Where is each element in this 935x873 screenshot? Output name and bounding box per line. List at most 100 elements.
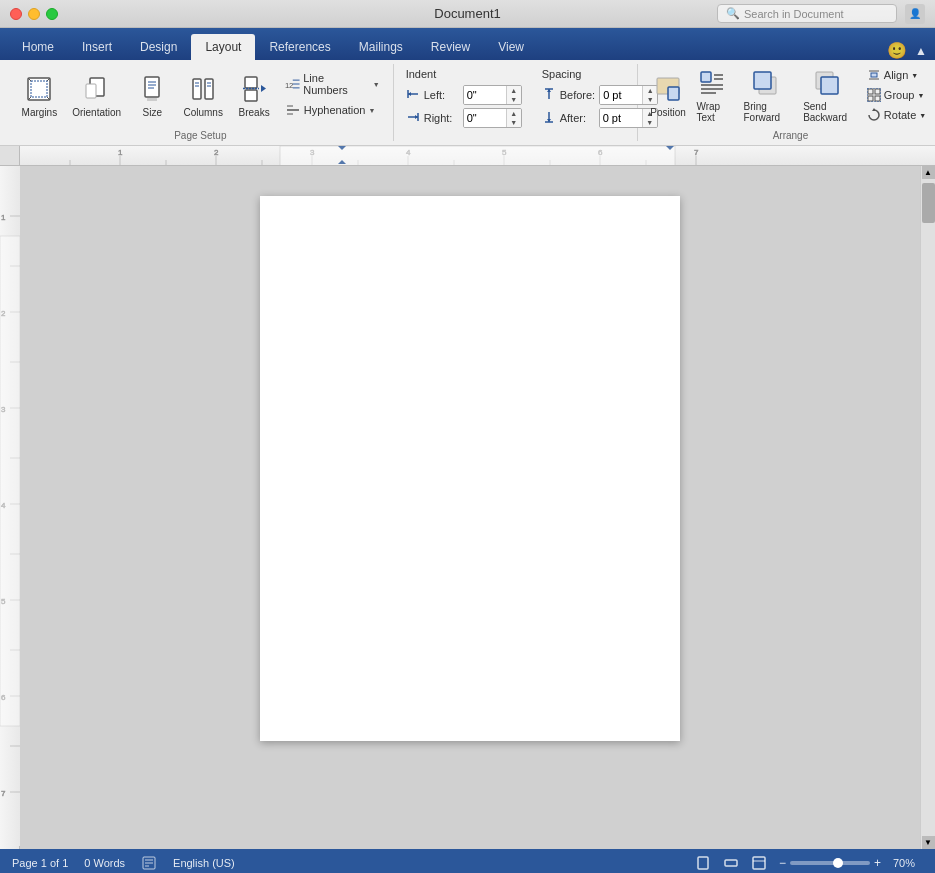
indent-left-up[interactable]: ▲: [507, 86, 521, 95]
word-count-icon[interactable]: [141, 855, 157, 871]
rotate-button[interactable]: Rotate ▼: [862, 106, 931, 124]
line-numbers-button[interactable]: 1 2 Line Numbers ▼: [280, 70, 385, 98]
ruler-horizontal: 1 2 3 4 5 6 7: [20, 146, 935, 166]
tab-insert[interactable]: Insert: [68, 34, 126, 60]
status-bar: Page 1 of 1 0 Words English (US): [0, 849, 935, 873]
margins-button[interactable]: Margins: [16, 70, 63, 121]
toolbar: Home Insert Design Layout References Mai…: [0, 28, 935, 60]
group-button[interactable]: Group ▼: [862, 86, 931, 104]
scroll-thumb[interactable]: [922, 183, 935, 223]
zoom-controls[interactable]: − +: [779, 856, 881, 870]
status-right: − + 70%: [695, 855, 923, 871]
vertical-scrollbar[interactable]: ▲ ▼: [920, 166, 935, 849]
position-button[interactable]: Position: [650, 70, 687, 121]
indent-right-up[interactable]: ▲: [507, 109, 521, 118]
svg-rect-19: [245, 77, 257, 88]
account-icon[interactable]: 👤: [905, 4, 925, 24]
close-button[interactable]: [10, 8, 22, 20]
doc-page: [260, 196, 680, 741]
tab-home[interactable]: Home: [8, 34, 68, 60]
line-numbers-arrow: ▼: [373, 81, 380, 88]
search-bar[interactable]: 🔍 Search in Document: [717, 4, 897, 23]
feedback-icon[interactable]: 🙂: [887, 41, 907, 60]
indent-spacing-group: Indent Left: ▲ ▼: [398, 64, 638, 141]
maximize-button[interactable]: [46, 8, 58, 20]
svg-rect-56: [871, 73, 877, 77]
zoom-out-icon[interactable]: −: [779, 856, 786, 870]
columns-button[interactable]: Columns: [178, 70, 229, 121]
wrap-text-label: Wrap Text: [696, 101, 727, 123]
align-label: Align: [884, 69, 908, 81]
tab-review[interactable]: Review: [417, 34, 484, 60]
svg-rect-61: [875, 96, 880, 101]
spacing-after-label: After:: [560, 112, 595, 124]
orientation-label: Orientation: [72, 107, 121, 118]
indent-left-spinbox[interactable]: ▲ ▼: [463, 85, 522, 105]
ribbon-collapse-icon[interactable]: ▲: [915, 44, 927, 58]
orientation-button[interactable]: Orientation: [67, 70, 127, 121]
wrap-text-button[interactable]: Wrap Text: [690, 64, 733, 126]
indent-right-input[interactable]: [464, 109, 506, 127]
bring-forward-button[interactable]: Bring Forward: [737, 64, 793, 126]
window-title: Document1: [434, 6, 500, 21]
scroll-up-button[interactable]: ▲: [922, 166, 935, 179]
tab-design[interactable]: Design: [126, 34, 191, 60]
indent-right-spinbox[interactable]: ▲ ▼: [463, 108, 522, 128]
spacing-before-label: Before:: [560, 89, 595, 101]
page-setup-content: Margins Orientation: [16, 64, 385, 126]
svg-rect-54: [821, 77, 838, 94]
web-layout-icon[interactable]: [751, 855, 767, 871]
line-numbers-hyphenation-group: 1 2 Line Numbers ▼ Hyphenatio: [280, 70, 385, 120]
svg-rect-117: [725, 860, 737, 866]
ruler-vertical: 1 2 3 4 5 6 7: [0, 166, 20, 849]
indent-left-row: Left: ▲ ▼: [406, 85, 522, 105]
zoom-in-icon[interactable]: +: [874, 856, 881, 870]
minimize-button[interactable]: [28, 8, 40, 20]
send-backward-button[interactable]: Send Backward: [797, 64, 858, 126]
indent-right-down[interactable]: ▼: [507, 118, 521, 127]
word-count: 0 Words: [84, 857, 125, 869]
focus-mode-icon[interactable]: [723, 855, 739, 871]
indent-header: Indent: [406, 68, 522, 82]
spacing-after-row: After: ▲ ▼: [542, 108, 658, 128]
hyphenation-arrow: ▼: [369, 107, 376, 114]
status-left: Page 1 of 1 0 Words English (US): [12, 855, 235, 871]
spacing-after-input[interactable]: [600, 109, 642, 127]
tab-mailings[interactable]: Mailings: [345, 34, 417, 60]
search-placeholder: Search in Document: [744, 8, 844, 20]
zoom-level[interactable]: 70%: [893, 857, 923, 869]
tab-right-controls: 🙂 ▲: [887, 41, 927, 60]
spacing-before-input[interactable]: [600, 86, 642, 104]
bring-forward-icon: [749, 67, 781, 99]
indent-left-arrow: [406, 87, 420, 104]
tab-layout[interactable]: Layout: [191, 34, 255, 60]
zoom-slider[interactable]: [790, 861, 870, 865]
svg-text:1: 1: [118, 148, 123, 157]
indent-left-down[interactable]: ▼: [507, 95, 521, 104]
size-button[interactable]: Size: [131, 70, 174, 121]
scroll-track: [921, 179, 935, 836]
indent-left-label: Left:: [424, 89, 459, 101]
indent-left-input[interactable]: [464, 86, 506, 104]
align-button[interactable]: Align ▼: [862, 66, 931, 84]
svg-rect-9: [147, 98, 157, 101]
columns-label: Columns: [183, 107, 222, 118]
print-layout-icon[interactable]: [695, 855, 711, 871]
hyphenation-button[interactable]: Hyphenation ▼: [280, 100, 385, 120]
tabs-bar: Home Insert Design Layout References Mai…: [0, 28, 935, 60]
scroll-down-button[interactable]: ▼: [922, 836, 935, 849]
margins-label: Margins: [22, 107, 58, 118]
svg-text:7: 7: [1, 789, 6, 798]
wrap-text-icon: [696, 67, 728, 99]
indent-right-arrow: [406, 110, 420, 127]
tab-references[interactable]: References: [255, 34, 344, 60]
traffic-lights: [10, 8, 58, 20]
ribbon: Margins Orientation: [0, 60, 935, 146]
breaks-button[interactable]: Breaks: [232, 70, 275, 121]
svg-text:2: 2: [289, 81, 293, 90]
search-icon: 🔍: [726, 7, 740, 20]
title-bar: Document1 🔍 Search in Document 👤: [0, 0, 935, 28]
tab-view[interactable]: View: [484, 34, 538, 60]
title-bar-right: 🔍 Search in Document 👤: [717, 4, 925, 24]
doc-scroll[interactable]: [20, 166, 920, 849]
